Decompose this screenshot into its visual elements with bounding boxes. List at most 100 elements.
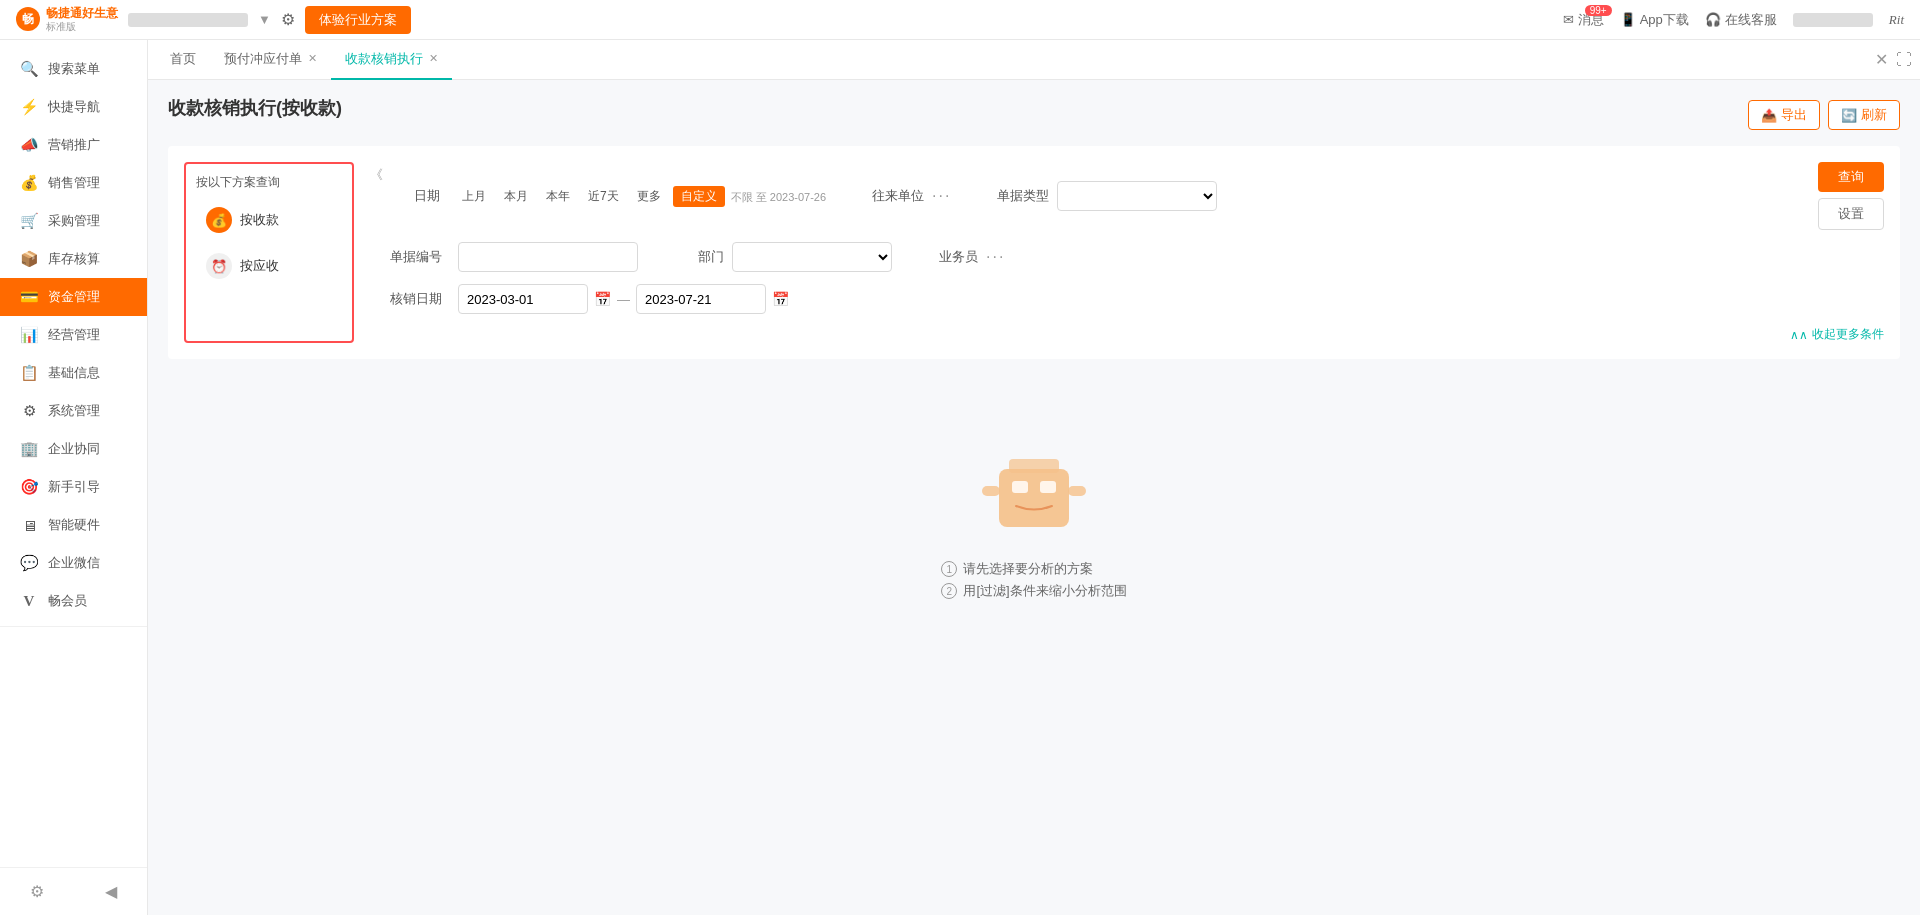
sidebar-item-base-info[interactable]: 📋 基础信息	[0, 354, 147, 392]
phone-icon: 📱	[1620, 12, 1636, 27]
logo-icon: 畅	[16, 7, 40, 31]
counterpart-filter: 往来单位 ···	[872, 187, 951, 205]
cart-icon: 🛒	[20, 212, 38, 230]
message-icon: ✉	[1563, 12, 1574, 27]
doc-type-select[interactable]	[1057, 181, 1217, 211]
collapse-chevron-icon: ∧∧	[1790, 328, 1808, 342]
sidebar-item-wechat[interactable]: 💬 企业微信	[0, 544, 147, 582]
sidebar-item-member[interactable]: V 畅会员	[0, 582, 147, 620]
system-gear-icon: ⚙	[20, 402, 38, 420]
tab-receipt-verify[interactable]: 收款核销执行 ✕	[331, 40, 452, 80]
message-button[interactable]: ✉ 消息 99+	[1563, 11, 1604, 29]
card-icon: 💳	[20, 288, 38, 306]
refresh-icon: 🔄	[1841, 108, 1857, 123]
top-bar-right: ✉ 消息 99+ 📱 App下载 🎧 在线客服 Rit	[1563, 11, 1904, 29]
collapse-sidebar-button[interactable]: ◀	[93, 876, 129, 907]
search-icon: 🔍	[20, 60, 38, 78]
verify-date-start-calendar-icon[interactable]: 📅	[594, 291, 611, 307]
svg-rect-5	[1068, 486, 1086, 496]
sidebar-item-operations[interactable]: 📊 经营管理	[0, 316, 147, 354]
date-custom[interactable]: 自定义	[673, 186, 725, 207]
settings-button[interactable]: 设置	[1818, 198, 1884, 230]
app-download-button[interactable]: 📱 App下载	[1620, 11, 1689, 29]
empty-state: 1 请先选择要分析的方案 2 用[过滤]条件来缩小分析范围	[168, 371, 1900, 664]
building-icon: 🏢	[20, 440, 38, 458]
date-last-month[interactable]: 上月	[456, 186, 492, 207]
message-badge: 99+	[1585, 5, 1612, 16]
tab-bar-actions: ✕ ⛶	[1875, 50, 1912, 69]
tab-prepay[interactable]: 预付冲应付单 ✕	[210, 40, 331, 80]
collapse-panel-button[interactable]: 《	[370, 162, 390, 343]
receipt-option-icon: 💰	[206, 207, 232, 233]
headset-icon: 🎧	[1705, 12, 1721, 27]
counterpart-label: 往来单位	[872, 187, 924, 205]
tab-home[interactable]: 首页	[156, 40, 210, 80]
app-logo: 畅 畅捷通好生意 标准版	[16, 6, 118, 32]
money-icon: 💰	[20, 174, 38, 192]
date-more[interactable]: 更多	[631, 186, 667, 207]
query-panel-inner: 按以下方案查询 💰 按收款 ⏰ 按应收 《	[184, 162, 1884, 343]
date-this-year[interactable]: 本年	[540, 186, 576, 207]
user-info-blurred	[1793, 13, 1873, 27]
sidebar-item-marketing[interactable]: 📣 营销推广	[0, 126, 147, 164]
refresh-button[interactable]: 🔄 刷新	[1828, 100, 1900, 130]
page-title: 收款核销执行(按收款)	[168, 96, 342, 120]
filter-row-1: 日期 上月 本月 本年 近7天 更多 自定义 不限 至 2023-07-26	[390, 162, 1884, 230]
query-by-receipt-option[interactable]: 💰 按收款	[196, 199, 342, 241]
sidebar-item-quick-nav[interactable]: ⚡ 快捷导航	[0, 88, 147, 126]
export-button[interactable]: 📤 导出	[1748, 100, 1820, 130]
gear-icon[interactable]: ⚙	[281, 10, 295, 29]
query-button[interactable]: 查询	[1818, 162, 1884, 192]
main-layout: 🔍 搜索菜单 ⚡ 快捷导航 📣 营销推广 💰 销售管理 🛒 采购管理 📦	[0, 40, 1920, 915]
target-icon: 🎯	[20, 478, 38, 496]
empty-svg	[974, 431, 1094, 541]
settings-bottom-button[interactable]: ⚙	[18, 876, 56, 907]
sidebar-item-finance[interactable]: 💳 资金管理	[0, 278, 147, 316]
sidebar-bottom: ⚙ ◀	[0, 867, 147, 915]
verify-date-end-input[interactable]	[636, 284, 766, 314]
filter-row-2: 单据编号 部门 业务员 ···	[390, 242, 1884, 272]
dept-filter: 部门	[674, 242, 892, 272]
company-name-blurred	[128, 13, 248, 27]
date-this-month[interactable]: 本月	[498, 186, 534, 207]
verify-date-label: 核销日期	[390, 290, 442, 308]
salesman-filter: 业务员 ···	[928, 248, 1005, 266]
filter-panel: 按以下方案查询 💰 按收款 ⏰ 按应收 《	[168, 146, 1900, 359]
query-by-receivable-option[interactable]: ⏰ 按应收	[196, 245, 342, 287]
sidebar-item-hardware[interactable]: 🖥 智能硬件	[0, 506, 147, 544]
sidebar: 🔍 搜索菜单 ⚡ 快捷导航 📣 营销推广 💰 销售管理 🛒 采购管理 📦	[0, 40, 148, 915]
dept-select[interactable]	[732, 242, 892, 272]
tab-bar: 首页 预付冲应付单 ✕ 收款核销执行 ✕ ✕ ⛶	[148, 40, 1920, 80]
app-subtitle: 标准版	[46, 21, 118, 33]
sidebar-item-inventory[interactable]: 📦 库存核算	[0, 240, 147, 278]
sidebar-item-enterprise[interactable]: 🏢 企业协同	[0, 430, 147, 468]
verify-date-start-input[interactable]	[458, 284, 588, 314]
dropdown-icon[interactable]: ▼	[258, 12, 271, 27]
svg-rect-4	[982, 486, 1000, 496]
tab-prepay-close[interactable]: ✕	[308, 52, 317, 65]
monitor-icon: 🖥	[20, 517, 38, 534]
verify-date-end-calendar-icon[interactable]: 📅	[772, 291, 789, 307]
salesman-dots: ···	[986, 248, 1005, 266]
sidebar-item-system[interactable]: ⚙ 系统管理	[0, 392, 147, 430]
filter-fields: 日期 上月 本月 本年 近7天 更多 自定义 不限 至 2023-07-26	[390, 162, 1884, 343]
expand-tab-icon[interactable]: ⛶	[1896, 51, 1912, 69]
sidebar-item-newbie[interactable]: 🎯 新手引导	[0, 468, 147, 506]
close-tab-icon[interactable]: ✕	[1875, 50, 1888, 69]
sidebar-item-sales[interactable]: 💰 销售管理	[0, 164, 147, 202]
online-service-button[interactable]: 🎧 在线客服	[1705, 11, 1777, 29]
date-quick-options: 上月 本月 本年 近7天 更多 自定义 不限 至 2023-07-26	[456, 186, 826, 207]
tab-receipt-verify-close[interactable]: ✕	[429, 52, 438, 65]
sidebar-item-search-menu[interactable]: 🔍 搜索菜单	[0, 50, 147, 88]
date-7days[interactable]: 近7天	[582, 186, 625, 207]
industry-solution-button[interactable]: 体验行业方案	[305, 6, 411, 34]
salesman-label: 业务员	[928, 248, 978, 266]
doc-no-input[interactable]	[458, 242, 638, 272]
filter-action-buttons: 查询 设置	[1818, 162, 1884, 230]
collapse-more-button[interactable]: ∧∧ 收起更多条件	[1790, 326, 1884, 343]
vip-icon: V	[20, 593, 38, 610]
megaphone-icon: 📣	[20, 136, 38, 154]
sidebar-item-purchase[interactable]: 🛒 采购管理	[0, 202, 147, 240]
chart-icon: 📊	[20, 326, 38, 344]
sidebar-nav: 🔍 搜索菜单 ⚡ 快捷导航 📣 营销推广 💰 销售管理 🛒 采购管理 📦	[0, 40, 147, 627]
